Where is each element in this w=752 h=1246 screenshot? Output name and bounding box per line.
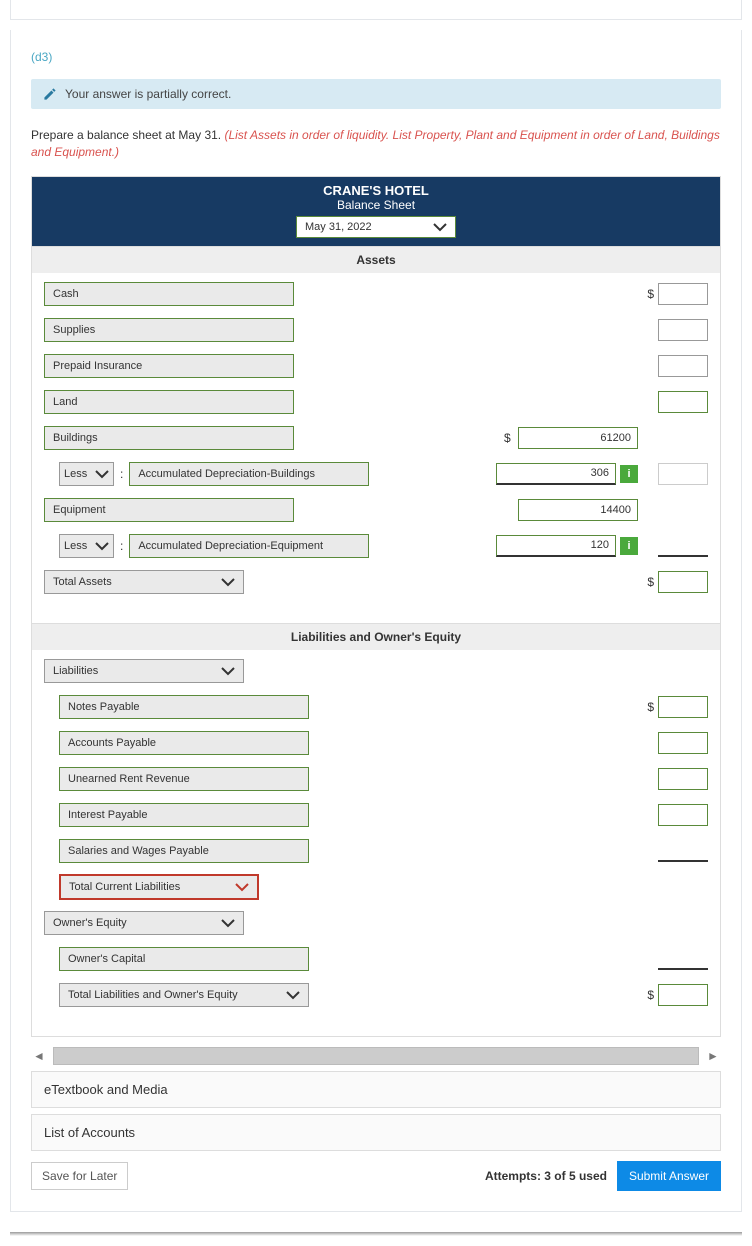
attempts-text: Attempts: 3 of 5 used <box>485 1169 607 1183</box>
info-icon[interactable]: i <box>620 537 638 555</box>
supplies-label[interactable]: Supplies <box>44 318 294 342</box>
liabilities-select[interactable]: Liabilities <box>44 659 244 683</box>
interest-payable-label[interactable]: Interest Payable <box>59 803 309 827</box>
part-label: (d3) <box>31 50 721 64</box>
company-name: CRANE'S HOTEL <box>32 183 720 198</box>
chevron-down-icon <box>221 918 235 928</box>
dollar-sign: $ <box>504 431 514 445</box>
owners-equity-select[interactable]: Owner's Equity <box>44 911 244 935</box>
acc-dep-buildings-label[interactable]: Accumulated Depreciation-Buildings <box>129 462 369 486</box>
unearned-rent-value[interactable] <box>658 768 708 790</box>
scrollbar-track[interactable] <box>53 1047 699 1065</box>
total-assets-select[interactable]: Total Assets <box>44 570 244 594</box>
list-of-accounts-accordion[interactable]: List of Accounts <box>31 1114 721 1151</box>
date-select-value: May 31, 2022 <box>305 221 372 233</box>
colon: : <box>120 539 123 553</box>
less-label: Less <box>64 468 87 480</box>
liab-oe-section-title: Liabilities and Owner's Equity <box>32 623 720 650</box>
dollar-sign: $ <box>646 287 658 301</box>
owners-equity-label: Owner's Equity <box>53 917 127 929</box>
dollar-sign: $ <box>646 700 658 714</box>
total-liab-oe-value[interactable] <box>658 984 708 1006</box>
cash-value[interactable] <box>658 283 708 305</box>
acc-dep-equipment-label[interactable]: Accumulated Depreciation-Equipment <box>129 534 369 558</box>
liab-body: Liabilities Notes Payable $ Accounts Pay… <box>32 650 720 1036</box>
etextbook-accordion[interactable]: eTextbook and Media <box>31 1071 721 1108</box>
cash-label[interactable]: Cash <box>44 282 294 306</box>
chevron-down-icon <box>235 882 249 892</box>
chevron-down-icon <box>433 222 447 232</box>
land-value[interactable] <box>658 391 708 413</box>
less-select-buildings[interactable]: Less <box>59 462 114 486</box>
chevron-down-icon <box>221 666 235 676</box>
scroll-left-arrow[interactable]: ◄ <box>31 1049 47 1063</box>
equipment-label[interactable]: Equipment <box>44 498 294 522</box>
equipment-net-value[interactable] <box>658 535 708 557</box>
notes-payable-label[interactable]: Notes Payable <box>59 695 309 719</box>
buildings-label[interactable]: Buildings <box>44 426 294 450</box>
accounts-payable-label[interactable]: Accounts Payable <box>59 731 309 755</box>
buildings-net-value[interactable] <box>658 463 708 485</box>
owners-capital-label[interactable]: Owner's Capital <box>59 947 309 971</box>
notes-payable-value[interactable] <box>658 696 708 718</box>
info-icon[interactable]: i <box>620 465 638 483</box>
buildings-value[interactable]: 61200 <box>518 427 638 449</box>
supplies-value[interactable] <box>658 319 708 341</box>
colon: : <box>120 467 123 481</box>
instruction-text: Prepare a balance sheet at May 31. (List… <box>31 127 721 161</box>
accounts-payable-value[interactable] <box>658 732 708 754</box>
submit-answer-button[interactable]: Submit Answer <box>617 1161 721 1191</box>
owners-capital-value[interactable] <box>658 948 708 970</box>
total-assets-label: Total Assets <box>53 576 112 588</box>
chevron-down-icon <box>95 541 109 551</box>
date-select[interactable]: May 31, 2022 <box>296 216 456 238</box>
assets-section-title: Assets <box>32 246 720 273</box>
less-select-equipment[interactable]: Less <box>59 534 114 558</box>
interest-payable-value[interactable] <box>658 804 708 826</box>
total-current-liabilities-select[interactable]: Total Current Liabilities <box>59 874 259 900</box>
alert-text: Your answer is partially correct. <box>65 87 231 101</box>
dollar-sign: $ <box>646 575 658 589</box>
horizontal-scrollbar[interactable]: ◄ ► <box>31 1047 721 1065</box>
total-liab-oe-label: Total Liabilities and Owner's Equity <box>68 989 238 1001</box>
equipment-value[interactable]: 14400 <box>518 499 638 521</box>
partial-correct-alert: Your answer is partially correct. <box>31 79 721 109</box>
scroll-right-arrow[interactable]: ► <box>705 1049 721 1063</box>
statement-title: Balance Sheet <box>32 198 720 212</box>
chevron-down-icon <box>221 577 235 587</box>
pencil-icon <box>43 87 57 101</box>
balance-sheet: CRANE'S HOTEL Balance Sheet May 31, 2022… <box>31 176 721 1037</box>
unearned-rent-label[interactable]: Unearned Rent Revenue <box>59 767 309 791</box>
land-label[interactable]: Land <box>44 390 294 414</box>
balance-sheet-header: CRANE'S HOTEL Balance Sheet May 31, 2022 <box>32 177 720 246</box>
instruction-prefix: Prepare a balance sheet at May 31. <box>31 128 224 142</box>
dollar-sign: $ <box>646 988 658 1002</box>
acc-dep-buildings-value[interactable]: 306 <box>496 463 616 485</box>
total-current-liabilities-label: Total Current Liabilities <box>69 881 180 893</box>
total-assets-value[interactable] <box>658 571 708 593</box>
prepaid-insurance-label[interactable]: Prepaid Insurance <box>44 354 294 378</box>
acc-dep-equipment-value[interactable]: 120 <box>496 535 616 557</box>
chevron-down-icon <box>286 990 300 1000</box>
save-for-later-button[interactable]: Save for Later <box>31 1162 128 1190</box>
prepaid-insurance-value[interactable] <box>658 355 708 377</box>
liabilities-label: Liabilities <box>53 665 98 677</box>
salaries-wages-payable-value[interactable] <box>658 840 708 862</box>
less-label: Less <box>64 540 87 552</box>
chevron-down-icon <box>95 469 109 479</box>
salaries-wages-payable-label[interactable]: Salaries and Wages Payable <box>59 839 309 863</box>
total-liab-oe-select[interactable]: Total Liabilities and Owner's Equity <box>59 983 309 1007</box>
assets-body: Cash $ Supplies Prepaid Insurance <box>32 273 720 623</box>
